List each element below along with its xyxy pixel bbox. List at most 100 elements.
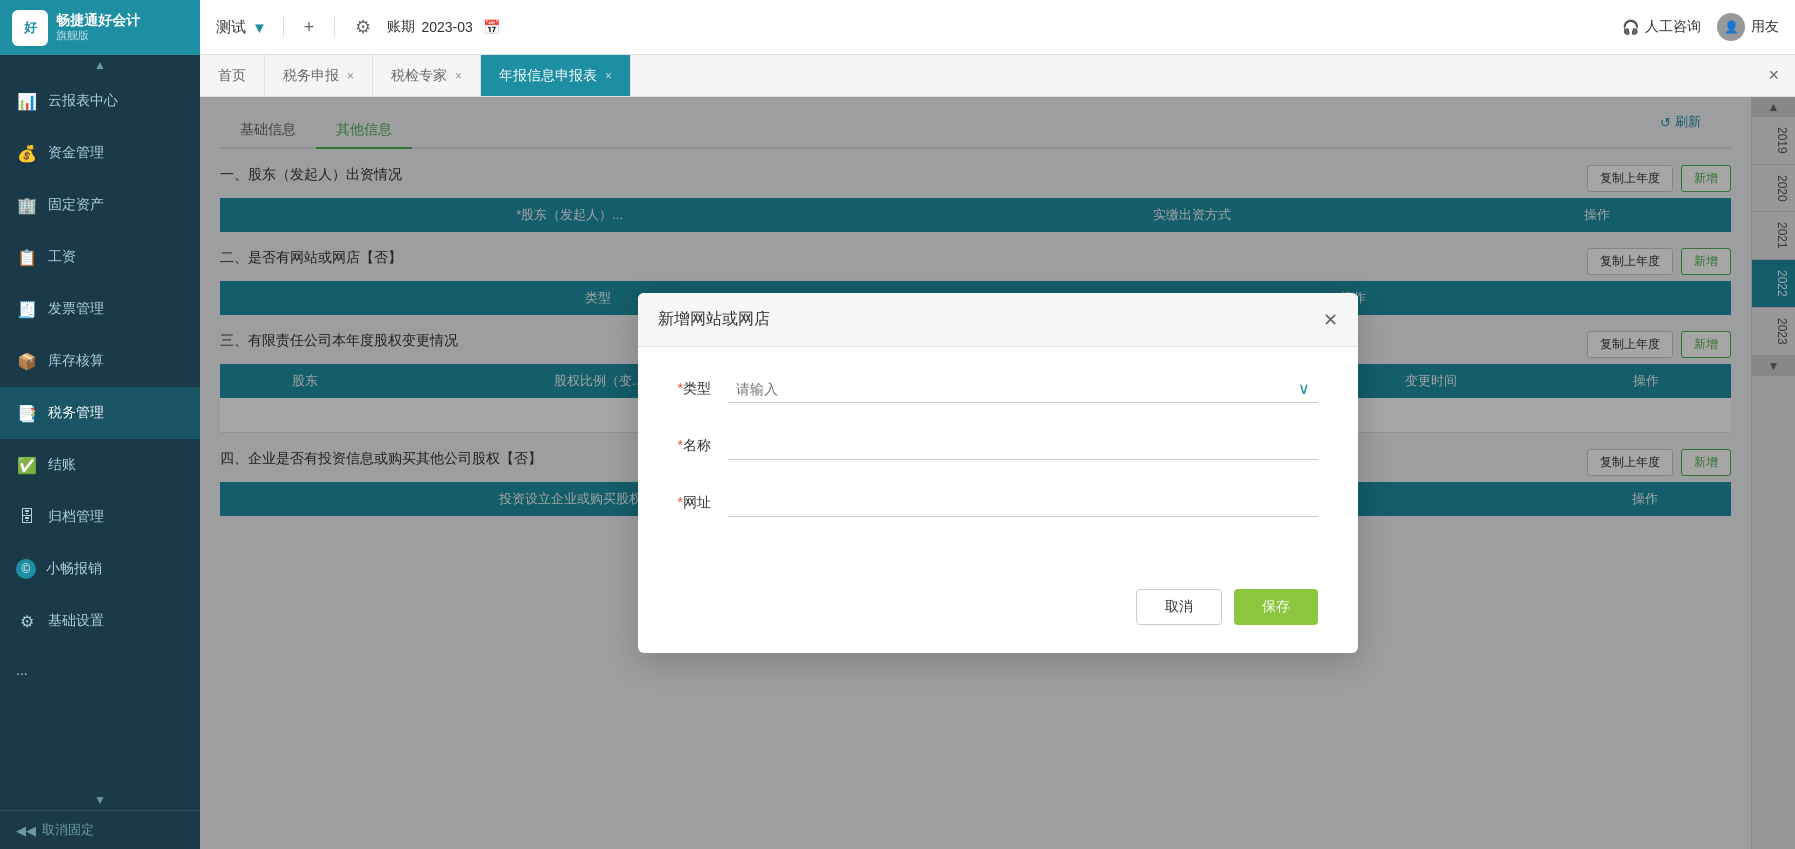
type-dropdown-icon[interactable]: ∨ bbox=[1298, 379, 1310, 398]
sidebar-item-settings[interactable]: ⚙ 基础设置 bbox=[0, 595, 200, 647]
sidebar-item-label: 资金管理 bbox=[48, 144, 104, 162]
sidebar-item-archive[interactable]: 🗄 归档管理 bbox=[0, 491, 200, 543]
sidebar-item-label: 云报表中心 bbox=[48, 92, 118, 110]
sidebar-item-fixed-assets[interactable]: 🏢 固定资产 bbox=[0, 179, 200, 231]
user-menu[interactable]: 👤 用友 bbox=[1717, 13, 1779, 41]
form-label-type: *类型 bbox=[678, 380, 728, 398]
add-company-button[interactable]: + bbox=[300, 13, 319, 42]
modal-body: *类型 ∨ *名称 bbox=[638, 347, 1358, 573]
sidebar-item-label: 工资 bbox=[48, 248, 76, 266]
close-all-tabs-button[interactable]: × bbox=[1752, 55, 1795, 96]
xiaochang-icon: © bbox=[16, 559, 36, 579]
tab-home-label: 首页 bbox=[218, 67, 246, 85]
type-field-wrapper[interactable]: ∨ bbox=[728, 375, 1318, 403]
required-star-url: * bbox=[678, 494, 683, 510]
sidebar-nav: 📊 云报表中心 💰 资金管理 🏢 固定资产 📋 工资 🧾 发票管理 📦 库存核算… bbox=[0, 75, 200, 790]
sidebar-item-label: 结账 bbox=[48, 456, 76, 474]
sidebar: 好 畅捷通好会计 旗舰版 ▲ 📊 云报表中心 💰 资金管理 🏢 固定资产 📋 工… bbox=[0, 0, 200, 849]
tab-tax-inspect[interactable]: 税检专家 × bbox=[373, 55, 481, 96]
sidebar-item-more-label: ··· bbox=[16, 665, 28, 681]
form-row-name: *名称 bbox=[678, 431, 1318, 460]
required-star-name: * bbox=[678, 437, 683, 453]
sidebar-item-more[interactable]: ··· bbox=[0, 647, 200, 699]
user-label: 用友 bbox=[1751, 18, 1779, 36]
modal-add-website: 新增网站或网店 ✕ *类型 ∨ bbox=[638, 293, 1358, 653]
topbar-period: 账期 2023-03 📅 bbox=[387, 15, 503, 39]
sidebar-item-invoice[interactable]: 🧾 发票管理 bbox=[0, 283, 200, 335]
archive-icon: 🗄 bbox=[16, 506, 38, 528]
period-calendar-button[interactable]: 📅 bbox=[479, 15, 504, 39]
service-label: 人工咨询 bbox=[1645, 18, 1701, 36]
tab-tax-report-close[interactable]: × bbox=[347, 69, 354, 83]
logo-text-block: 畅捷通好会计 旗舰版 bbox=[56, 12, 140, 44]
logo-text: 畅捷通好会计 bbox=[56, 12, 140, 29]
sidebar-item-cloud-report[interactable]: 📊 云报表中心 bbox=[0, 75, 200, 127]
company-name: 测试 bbox=[216, 18, 246, 37]
sidebar-item-label: 归档管理 bbox=[48, 508, 104, 526]
modal-title: 新增网站或网店 bbox=[658, 309, 770, 330]
avatar: 👤 bbox=[1717, 13, 1745, 41]
checkout-icon: ✅ bbox=[16, 454, 38, 476]
fixed-assets-icon: 🏢 bbox=[16, 194, 38, 216]
tab-tax-report[interactable]: 税务申报 × bbox=[265, 55, 373, 96]
form-row-url: *网址 bbox=[678, 488, 1318, 517]
cancel-pin-label: 取消固定 bbox=[42, 821, 94, 839]
form-label-url: *网址 bbox=[678, 494, 728, 512]
type-input[interactable] bbox=[736, 381, 1298, 397]
fund-icon: 💰 bbox=[16, 142, 38, 164]
sidebar-logo: 好 畅捷通好会计 旗舰版 bbox=[0, 0, 200, 55]
sidebar-item-inventory[interactable]: 📦 库存核算 bbox=[0, 335, 200, 387]
sidebar-bottom-cancel-pin[interactable]: ◀◀ 取消固定 bbox=[0, 810, 200, 849]
topbar-right: 🎧 人工咨询 👤 用友 bbox=[1622, 13, 1779, 41]
sidebar-item-label: 发票管理 bbox=[48, 300, 104, 318]
company-dropdown-icon: ▼ bbox=[252, 19, 267, 36]
service-button[interactable]: 🎧 人工咨询 bbox=[1622, 18, 1701, 36]
sidebar-item-tax[interactable]: 📑 税务管理 bbox=[0, 387, 200, 439]
form-row-type: *类型 ∨ bbox=[678, 375, 1318, 403]
modal-overlay: 新增网站或网店 ✕ *类型 ∨ bbox=[200, 97, 1795, 849]
period-value: 2023-03 bbox=[421, 19, 472, 35]
cancel-pin-icon: ◀◀ bbox=[16, 823, 36, 838]
sidebar-item-fund[interactable]: 💰 资金管理 bbox=[0, 127, 200, 179]
cancel-button[interactable]: 取消 bbox=[1136, 589, 1222, 625]
settings-gear-button[interactable]: ⚙ bbox=[351, 12, 375, 42]
required-star-type: * bbox=[678, 380, 683, 396]
tab-annual-report[interactable]: 年报信息申报表 × bbox=[481, 55, 631, 96]
period-label: 账期 bbox=[387, 18, 415, 36]
tab-home[interactable]: 首页 bbox=[200, 55, 265, 96]
cloud-report-icon: 📊 bbox=[16, 90, 38, 112]
save-button[interactable]: 保存 bbox=[1234, 589, 1318, 625]
sidebar-item-xiaochang[interactable]: © 小畅报销 bbox=[0, 543, 200, 595]
sidebar-scroll-down[interactable]: ▼ bbox=[0, 790, 200, 810]
inventory-icon: 📦 bbox=[16, 350, 38, 372]
modal-close-button[interactable]: ✕ bbox=[1323, 311, 1338, 329]
tax-icon: 📑 bbox=[16, 402, 38, 424]
tab-tax-report-label: 税务申报 bbox=[283, 67, 339, 85]
sidebar-item-checkout[interactable]: ✅ 结账 bbox=[0, 439, 200, 491]
logo-sub: 旗舰版 bbox=[56, 28, 140, 43]
url-input[interactable] bbox=[728, 488, 1318, 517]
sidebar-scroll-up[interactable]: ▲ bbox=[0, 55, 200, 75]
sidebar-item-label: 库存核算 bbox=[48, 352, 104, 370]
tabbar: 首页 税务申报 × 税检专家 × 年报信息申报表 × × bbox=[200, 55, 1795, 97]
name-input[interactable] bbox=[728, 431, 1318, 460]
tab-annual-report-close[interactable]: × bbox=[605, 69, 612, 83]
tab-tax-inspect-close[interactable]: × bbox=[455, 69, 462, 83]
form-label-name: *名称 bbox=[678, 437, 728, 455]
modal-footer: 取消 保存 bbox=[638, 573, 1358, 653]
sidebar-item-payroll[interactable]: 📋 工资 bbox=[0, 231, 200, 283]
settings-icon: ⚙ bbox=[16, 610, 38, 632]
topbar-company[interactable]: 测试 ▼ bbox=[216, 18, 267, 37]
sidebar-item-label: 小畅报销 bbox=[46, 560, 102, 578]
payroll-icon: 📋 bbox=[16, 246, 38, 268]
sidebar-item-label: 固定资产 bbox=[48, 196, 104, 214]
modal-header: 新增网站或网店 ✕ bbox=[638, 293, 1358, 347]
content-area: 基础信息 其他信息 ↺ 刷新 一、股东（发起人）出资情况 复制上年度 新增 bbox=[200, 97, 1795, 849]
topbar-divider2 bbox=[334, 17, 335, 37]
headset-icon: 🎧 bbox=[1622, 19, 1639, 35]
topbar: 测试 ▼ + ⚙ 账期 2023-03 📅 🎧 人工咨询 👤 用友 bbox=[200, 0, 1795, 55]
sidebar-item-label: 税务管理 bbox=[48, 404, 104, 422]
invoice-icon: 🧾 bbox=[16, 298, 38, 320]
sidebar-item-label: 基础设置 bbox=[48, 612, 104, 630]
main-area: 测试 ▼ + ⚙ 账期 2023-03 📅 🎧 人工咨询 👤 用友 首页 bbox=[200, 0, 1795, 849]
